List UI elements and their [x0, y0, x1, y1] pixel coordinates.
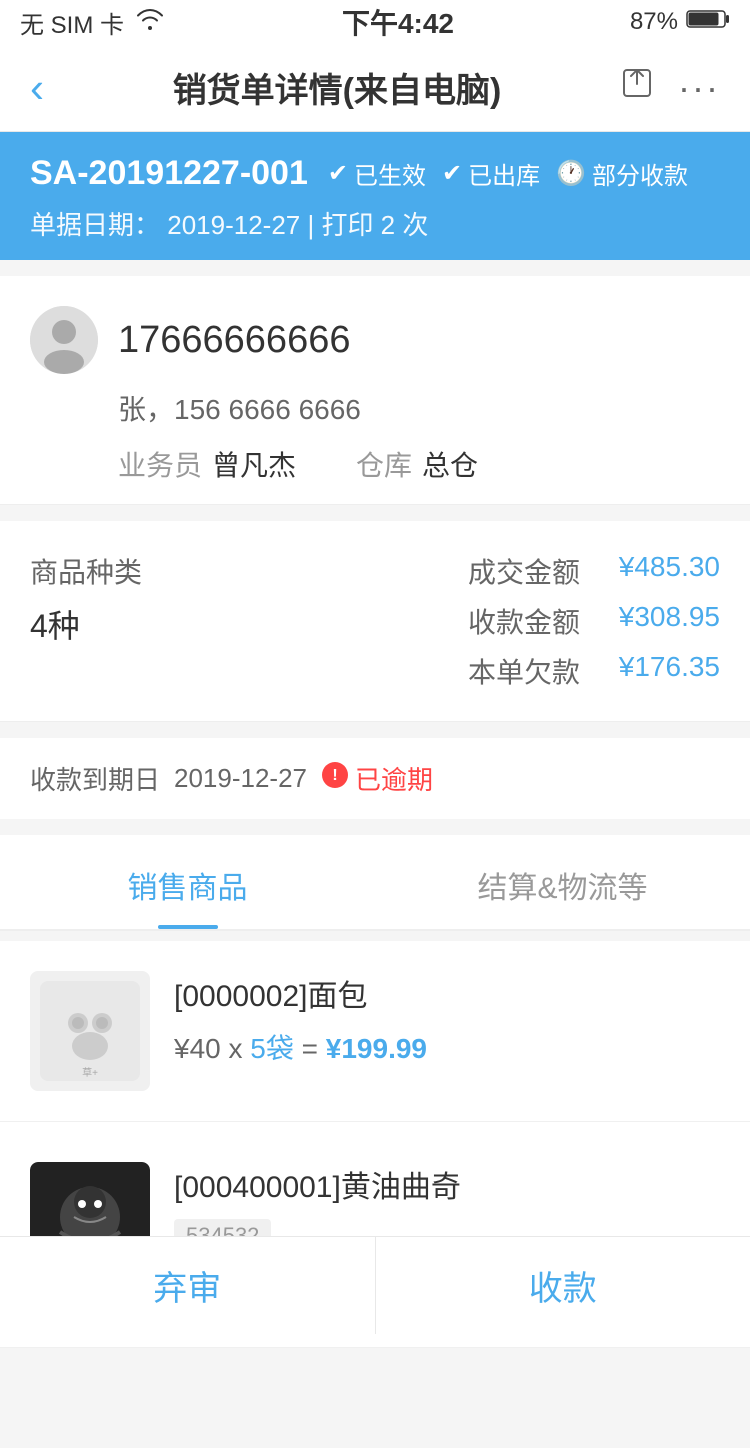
- warehouse-label: 仓库: [356, 444, 412, 484]
- sales-info: 业务员 曾凡杰: [118, 444, 296, 484]
- due-section: 收款到期日 2019-12-27 ! 已逾期: [0, 738, 750, 819]
- status-effective: ✔ 已生效: [328, 156, 426, 191]
- received-label: 收款金额: [468, 601, 580, 641]
- nav-bar: ‹ 销货单详情(来自电脑) ···: [0, 44, 750, 132]
- status-partial: 🕐 部分收款: [556, 156, 688, 191]
- due-date: 2019-12-27: [174, 763, 307, 794]
- bottom-bar: 弃审 收款: [0, 1236, 750, 1334]
- print-info: | 打印 2 次: [307, 210, 428, 240]
- debt-value: ¥176.35: [600, 651, 720, 691]
- cancel-button[interactable]: 弃审: [0, 1237, 376, 1334]
- confirm-button[interactable]: 收款: [376, 1237, 750, 1334]
- overdue-label: 已逾期: [355, 760, 433, 797]
- price-text-1: ¥40 x: [174, 1033, 250, 1064]
- tab-settlement[interactable]: 结算&物流等: [375, 835, 750, 929]
- nav-actions: ···: [620, 66, 720, 109]
- svg-text:!: !: [332, 767, 337, 784]
- sales-value: 曾凡杰: [212, 444, 296, 484]
- received-row: 收款金额 ¥308.95: [468, 601, 720, 641]
- status-badges: ✔ 已生效 ✔ 已出库 🕐 部分收款: [328, 156, 688, 191]
- customer-contact: 张，156 6666 6666: [30, 388, 720, 428]
- overdue-badge: ! 已逾期: [321, 760, 433, 797]
- customer-meta: 业务员 曾凡杰 仓库 总仓: [30, 444, 720, 484]
- summary-section: 商品种类 4种 成交金额 ¥485.30 收款金额 ¥308.95 本单欠款 ¥…: [0, 521, 750, 722]
- sales-label: 业务员: [118, 444, 202, 484]
- product-price-1: ¥40 x 5袋 = ¥199.99: [174, 1027, 720, 1067]
- quantity-highlight-1: 5袋: [250, 1033, 294, 1064]
- product-info-1: [0000002]面包 ¥40 x 5袋 = ¥199.99: [174, 971, 720, 1067]
- due-label: 收款到期日: [30, 760, 160, 797]
- list-item: 草+ [0000002]面包 ¥40 x 5袋 = ¥199.99: [0, 941, 750, 1122]
- status-shipped: ✔ 已出库: [442, 156, 540, 191]
- warehouse-info: 仓库 总仓: [356, 444, 478, 484]
- avatar: [30, 306, 98, 374]
- status-right: 87%: [630, 8, 730, 37]
- warehouse-value: 总仓: [422, 444, 478, 484]
- order-id: SA-20191227-001: [30, 154, 308, 193]
- summary-right: 成交金额 ¥485.30 收款金额 ¥308.95 本单欠款 ¥176.35: [468, 551, 720, 691]
- status-bar: 无 SIM 卡 下午4:42 87%: [0, 0, 750, 44]
- status-time: 下午4:42: [342, 2, 454, 42]
- more-button[interactable]: ···: [678, 67, 720, 109]
- summary-left: 商品种类 4种: [30, 551, 142, 691]
- svg-text:草+: 草+: [82, 1067, 98, 1079]
- customer-top: 17666666666: [30, 306, 720, 374]
- status-left: 无 SIM 卡: [20, 5, 166, 40]
- product-name-2: [000400001]黄油曲奇: [174, 1162, 720, 1206]
- order-header-row2: 单据日期： 2019-12-27 | 打印 2 次: [30, 205, 720, 242]
- amount-label: 成交金额: [468, 551, 580, 591]
- product-name-1: [0000002]面包: [174, 971, 720, 1015]
- product-type-label: 商品种类: [30, 551, 142, 591]
- sim-text: 无 SIM 卡: [20, 5, 124, 40]
- amount-value: ¥485.30: [600, 551, 720, 591]
- debt-label: 本单欠款: [468, 651, 580, 691]
- received-value: ¥308.95: [600, 601, 720, 641]
- tabs-container: 销售商品 结算&物流等: [0, 835, 750, 931]
- back-button[interactable]: ‹: [30, 64, 54, 112]
- date-label: 单据日期：: [30, 210, 160, 240]
- page-title: 销货单详情(来自电脑): [173, 63, 502, 112]
- product-type-value: 4种: [30, 601, 142, 647]
- order-header: SA-20191227-001 ✔ 已生效 ✔ 已出库 🕐 部分收款 单据日期：…: [0, 132, 750, 260]
- product-thumbnail-1: 草+: [30, 971, 150, 1091]
- battery-icon: [686, 8, 730, 37]
- equals-1: =: [294, 1033, 326, 1064]
- debt-row: 本单欠款 ¥176.35: [468, 651, 720, 691]
- order-date: 2019-12-27: [167, 210, 300, 240]
- total-1: ¥199.99: [326, 1033, 427, 1064]
- battery-text: 87%: [630, 8, 678, 36]
- check-icon-1: ✔: [328, 159, 348, 188]
- customer-card: 17666666666 张，156 6666 6666 业务员 曾凡杰 仓库 总…: [0, 276, 750, 505]
- amount-row: 成交金额 ¥485.30: [468, 551, 720, 591]
- tab-sales-products[interactable]: 销售商品: [0, 835, 375, 929]
- check-icon-2: ✔: [442, 159, 462, 188]
- wifi-icon: [134, 8, 166, 37]
- clock-icon: 🕐: [556, 159, 586, 188]
- customer-phone: 17666666666: [118, 319, 350, 362]
- share-button[interactable]: [620, 66, 654, 109]
- overdue-icon: !: [321, 761, 349, 796]
- order-header-row1: SA-20191227-001 ✔ 已生效 ✔ 已出库 🕐 部分收款: [30, 154, 720, 193]
